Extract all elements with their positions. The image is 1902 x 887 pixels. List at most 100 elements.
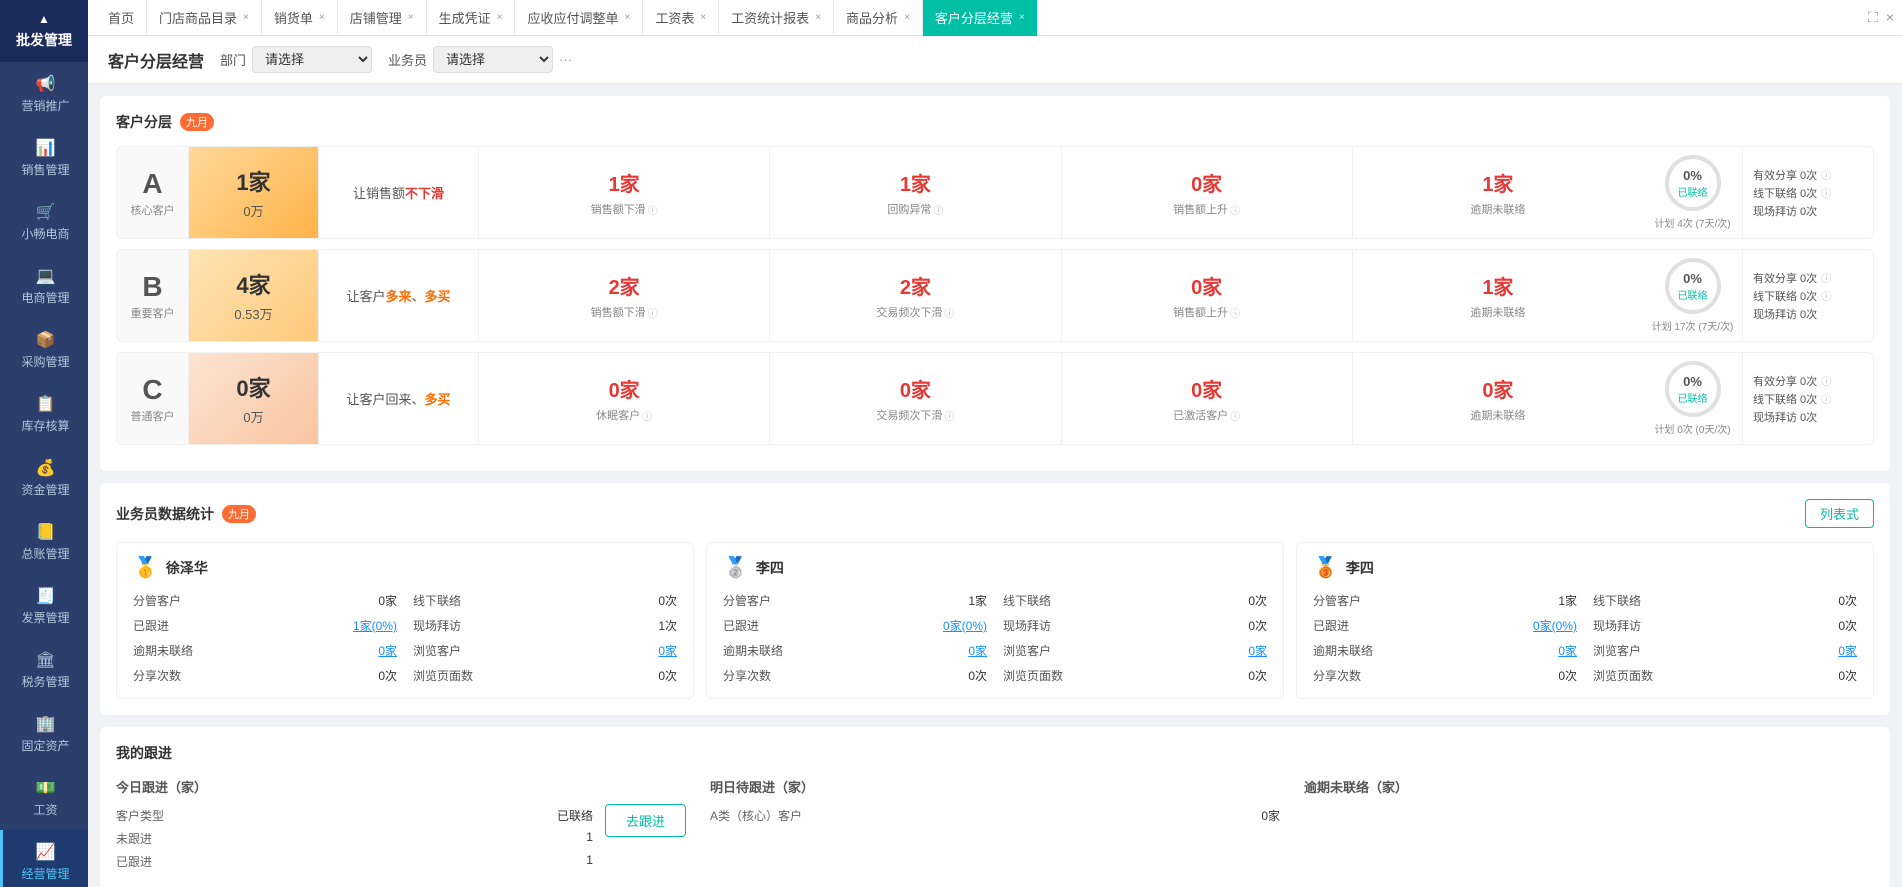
tab-store-products-close[interactable]: × <box>243 12 249 23</box>
dept-select[interactable]: 请选择 <box>252 46 372 73</box>
management-icon: 📈 <box>7 842 84 862</box>
sp1-stat-offline: 线下联络 0次 <box>413 590 677 611</box>
tier-a-count: 1家 0万 <box>189 147 319 238</box>
tab-store-mgmt-label: 店铺管理 <box>350 8 402 27</box>
tab-home[interactable]: 首页 <box>96 0 147 36</box>
sp3-stat-overdue: 逾期未联络 0家 <box>1313 640 1577 661</box>
tier-a-progress-circle: 0% 已联络 <box>1665 155 1721 211</box>
tab-store-mgmt-close[interactable]: × <box>408 12 414 23</box>
tab-payroll-close[interactable]: × <box>700 12 706 23</box>
dept-field: 部门 请选择 <box>220 46 372 73</box>
sidebar-item-payroll[interactable]: 💵 工资 <box>0 766 88 830</box>
sp1-stat-browse-page: 浏览页面数 0次 <box>413 665 677 686</box>
tab-close-all-icon[interactable]: × <box>1886 9 1894 26</box>
tab-product-analysis[interactable]: 商品分析 × <box>834 0 923 36</box>
sp2-stat-browse-page: 浏览页面数 0次 <box>1003 665 1267 686</box>
tab-payroll-report-close[interactable]: × <box>815 12 821 23</box>
tab-payroll[interactable]: 工资表 × <box>643 0 719 36</box>
tier-b-progress-circle: 0% 已联络 <box>1665 258 1721 314</box>
tier-b-stat-1[interactable]: 2家 销售额下滑 ⓘ <box>479 250 770 341</box>
main-area: 首页 门店商品目录 × 销货单 × 店铺管理 × 生成凭证 × 应收应付调整单 … <box>88 0 1902 887</box>
btn-list-view[interactable]: 列表式 <box>1805 499 1874 528</box>
sidebar-item-purchase[interactable]: 📦 采购管理 <box>0 318 88 382</box>
tab-product-analysis-close[interactable]: × <box>904 12 910 23</box>
tax-icon: 🏛 <box>7 650 84 670</box>
sp2-stat-browse-cust: 浏览客户 0家 <box>1003 640 1267 661</box>
tier-a-stats: 1家 销售额下滑 ⓘ 1家 回购异常 ⓘ 0家 销售额上升 ⓘ 1家 逾期未联络 <box>479 147 1643 238</box>
today-row-followed: 已跟进 1 <box>116 850 593 873</box>
sidebar-item-assets[interactable]: 🏢 固定资产 <box>0 702 88 766</box>
tier-c-right-stats: 有效分享 0次 ⓘ 线下联络 0次 ⓘ 现场拜访 0次 <box>1743 353 1873 444</box>
tier-a-stat-3[interactable]: 0家 销售额上升 ⓘ <box>1062 147 1353 238</box>
sp3-stat-share: 分享次数 0次 <box>1313 665 1577 686</box>
dept-label: 部门 <box>220 50 246 69</box>
inventory-icon: 📋 <box>7 394 84 414</box>
salesperson-header-row: 业务员数据统计 九月 列表式 <box>116 499 1874 528</box>
followup-section: 我的跟进 今日跟进（家） 客户类型 已联络 未跟进 1 <box>100 727 1890 887</box>
sp2-stat-share: 分享次数 0次 <box>723 665 987 686</box>
tab-voucher-label: 生成凭证 <box>439 8 491 27</box>
sp1-medal: 🥇 <box>133 555 158 580</box>
tier-a-stat-1[interactable]: 1家 销售额下滑 ⓘ <box>479 147 770 238</box>
more-icon[interactable]: ··· <box>559 52 572 67</box>
tier-b-stat-3[interactable]: 0家 销售额上升 ⓘ <box>1062 250 1353 341</box>
sidebar-item-sales[interactable]: 📊 销售管理 <box>0 126 88 190</box>
tab-sales-order[interactable]: 销货单 × <box>262 0 338 36</box>
salesperson-card-1: 🥇 徐泽华 分管客户 0家 线下联络 0次 已跟进 <box>116 542 694 699</box>
tab-payroll-report[interactable]: 工资统计报表 × <box>719 0 834 36</box>
tomorrow-title: 明日待跟进（家） <box>710 777 1280 796</box>
btn-goto-followup[interactable]: 去跟进 <box>605 804 686 837</box>
tomorrow-followup: 明日待跟进（家） A类（核心）客户 0家 <box>710 777 1280 827</box>
sidebar-item-management[interactable]: 📈 经营管理 <box>0 830 88 887</box>
sp1-stat-share: 分享次数 0次 <box>133 665 397 686</box>
tier-c-stat-1[interactable]: 0家 休眠客户 ⓘ <box>479 353 770 444</box>
sp3-stat-offline: 线下联络 0次 <box>1593 590 1857 611</box>
tab-store-mgmt[interactable]: 店铺管理 × <box>338 0 427 36</box>
tier-a-circle: 0% 已联络 计划 4次 (7天/次) <box>1643 147 1743 238</box>
sp1-stats: 分管客户 0家 线下联络 0次 已跟进 1家(0%) 现场拜访 <box>133 590 677 686</box>
ledger-icon: 📒 <box>7 522 84 542</box>
tab-ar-ap-close[interactable]: × <box>624 12 630 23</box>
tier-c-circle: 0% 已联络 计划 0次 (0天/次) <box>1643 353 1743 444</box>
tier-a-stat-4[interactable]: 1家 逾期未联络 <box>1353 147 1643 238</box>
tier-b-stat-2[interactable]: 2家 交易频次下滑 ⓘ <box>770 250 1061 341</box>
customer-month-badge: 九月 <box>180 113 214 131</box>
sidebar-item-ecommerce[interactable]: 💻 电商管理 <box>0 254 88 318</box>
sidebar-item-finance[interactable]: 💰 资金管理 <box>0 446 88 510</box>
tier-b-count: 4家 0.53万 <box>189 250 319 341</box>
page-title: 客户分层经营 <box>108 48 204 72</box>
tab-customer-tier[interactable]: 客户分层经营 × <box>923 0 1038 36</box>
tier-c-stat-3[interactable]: 0家 已激活客户 ⓘ <box>1062 353 1353 444</box>
sidebar: ▲ 批发管理 📢 营销推广 📊 销售管理 🛒 小畅电商 💻 电商管理 📦 采购管… <box>0 0 88 887</box>
sidebar-item-ledger[interactable]: 📒 总账管理 <box>0 510 88 574</box>
sales-icon: 📊 <box>7 138 84 158</box>
tier-row-b: B 重要客户 4家 0.53万 让客户多来、多买 2家 销售额下滑 ⓘ 2 <box>116 249 1874 342</box>
tier-b-label: B 重要客户 <box>117 250 189 341</box>
tier-c-count: 0家 0万 <box>189 353 319 444</box>
followup-title: 我的跟进 <box>116 743 1874 763</box>
tab-customer-tier-close[interactable]: × <box>1019 12 1025 23</box>
sidebar-item-marketing[interactable]: 📢 营销推广 <box>0 62 88 126</box>
sidebar-logo[interactable]: ▲ 批发管理 <box>0 0 88 62</box>
tab-ar-ap[interactable]: 应收应付调整单 × <box>515 0 643 36</box>
tab-maximize-icon[interactable]: ⛶ <box>1868 9 1878 26</box>
sp3-header: 🥉 李四 <box>1313 555 1857 580</box>
sidebar-item-inventory[interactable]: 📋 库存核算 <box>0 382 88 446</box>
tab-sales-order-close[interactable]: × <box>319 12 325 23</box>
sidebar-item-tax[interactable]: 🏛 税务管理 <box>0 638 88 702</box>
tab-voucher-close[interactable]: × <box>497 12 503 23</box>
tier-a-stat-2[interactable]: 1家 回购异常 ⓘ <box>770 147 1061 238</box>
tier-b-stat-4[interactable]: 1家 逾期未联络 <box>1353 250 1643 341</box>
person-select[interactable]: 请选择 <box>433 46 553 73</box>
sidebar-item-invoice[interactable]: 🧾 发票管理 <box>0 574 88 638</box>
tier-b-slogan: 让客户多来、多买 <box>319 250 479 341</box>
tier-a-slogan: 让销售额不下滑 <box>319 147 479 238</box>
sp3-stat-followed: 已跟进 0家(0%) <box>1313 615 1577 636</box>
tab-store-products[interactable]: 门店商品目录 × <box>147 0 262 36</box>
sidebar-item-ecommerce-small[interactable]: 🛒 小畅电商 <box>0 190 88 254</box>
tier-c-stat-2[interactable]: 0家 交易频次下滑 ⓘ <box>770 353 1061 444</box>
tier-c-stat-4[interactable]: 0家 逾期未联络 <box>1353 353 1643 444</box>
tab-voucher[interactable]: 生成凭证 × <box>427 0 516 36</box>
tab-store-products-label: 门店商品目录 <box>159 8 237 27</box>
sp2-stat-visit: 现场拜访 0次 <box>1003 615 1267 636</box>
